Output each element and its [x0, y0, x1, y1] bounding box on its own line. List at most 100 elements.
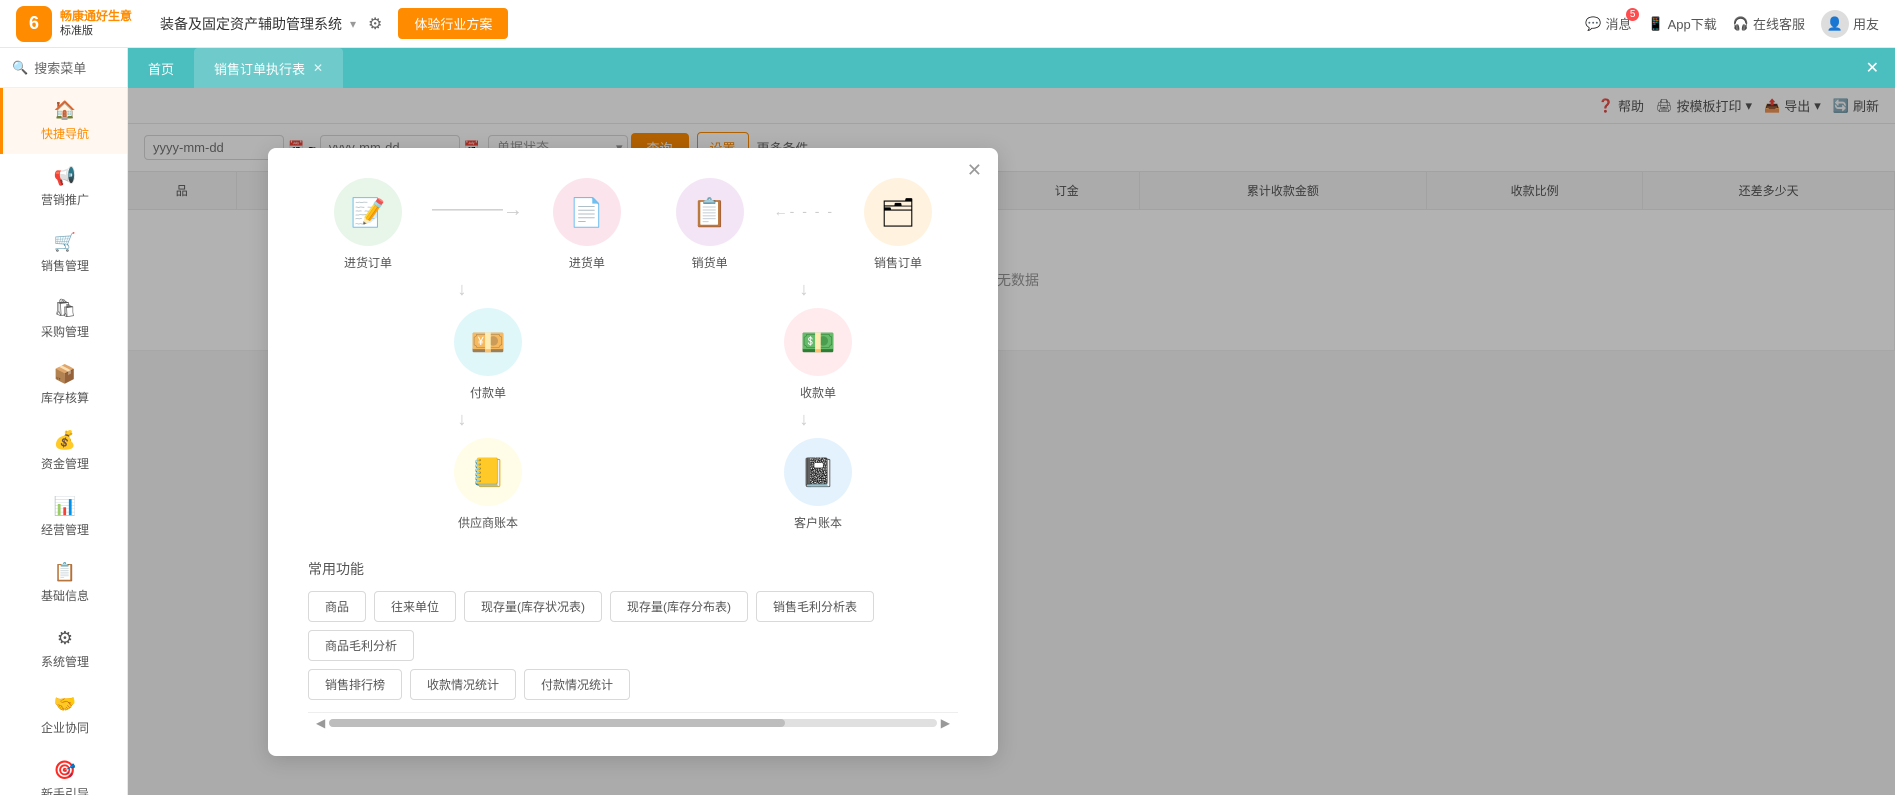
btn-payment-stats[interactable]: 付款情况统计	[524, 669, 630, 700]
scroll-thumb	[329, 719, 785, 727]
payment-circle: 💴	[454, 308, 522, 376]
user-name: 用友	[1853, 14, 1879, 33]
content-area: 首页 销售订单执行表 ✕ ✕ ❓ 帮助	[128, 48, 1895, 795]
sidebar: 🔍 搜索菜单 🏠 快捷导航 📢 营销推广 🛒 销售管理 🛍 采购管理 📦	[0, 48, 128, 795]
receipt-circle: 💵	[784, 308, 852, 376]
flow-item-customer-ledger[interactable]: 📓 客户账本	[758, 438, 878, 531]
btn-sales-rank[interactable]: 销售排行榜	[308, 669, 402, 700]
brand-version: 标准版	[60, 24, 132, 38]
flow-diagram: 📝 进货订单 ─────→ 📄	[308, 178, 958, 539]
btn-product-profit[interactable]: 商品毛利分析	[308, 630, 414, 661]
sidebar-item-inventory[interactable]: 📦 库存核算	[0, 352, 127, 418]
modal-overlay[interactable]: ✕ 📝 进货订单	[128, 88, 1895, 795]
brand-name: 畅康通好生意	[60, 9, 132, 25]
sidebar-item-quick-nav[interactable]: 🏠 快捷导航	[0, 88, 127, 154]
sidebar-item-label: 快捷导航	[41, 125, 89, 142]
inventory-icon: 📦	[54, 364, 76, 385]
flow-item-purchase-bill[interactable]: 📄 进货单	[527, 178, 647, 271]
sidebar-item-label: 库存核算	[41, 389, 89, 406]
sidebar-item-sales[interactable]: 🛒 销售管理	[0, 220, 127, 286]
sidebar-item-label: 企业协同	[41, 719, 89, 736]
btn-product[interactable]: 商品	[308, 591, 366, 622]
scroll-left-arrow[interactable]: ◀	[316, 716, 325, 730]
purchase-bill-circle: 📄	[553, 178, 621, 246]
btn-partner[interactable]: 往来单位	[374, 591, 456, 622]
close-all-tabs-button[interactable]: ✕	[1866, 58, 1879, 78]
flow-item-supplier-ledger[interactable]: 📒 供应商账本	[428, 438, 548, 531]
receipt-icon: 💵	[801, 326, 836, 359]
sidebar-item-finance[interactable]: 💰 资金管理	[0, 418, 127, 484]
brand-text: 畅康通好生意 标准版	[60, 9, 132, 39]
flow-item-purchase-order[interactable]: 📝 进货订单	[308, 178, 428, 271]
sidebar-item-beginner[interactable]: 🎯 新手引导	[0, 748, 127, 795]
sidebar-item-label: 资金管理	[41, 455, 89, 472]
message-button[interactable]: 💬 消息 5	[1585, 14, 1631, 33]
logo-icon: 6	[16, 6, 52, 42]
sales-bill-icon: 📋	[692, 196, 727, 229]
btn-stock-status[interactable]: 现存量(库存状况表)	[464, 591, 602, 622]
scroll-right-arrow[interactable]: ▶	[941, 716, 950, 730]
finance-icon: 💰	[54, 430, 76, 451]
sidebar-item-label: 经营管理	[41, 521, 89, 538]
flow-item-receipt[interactable]: 💵 收款单	[758, 308, 878, 401]
arrow-purchase-order-to-bill: ─────→	[432, 199, 523, 222]
settings-icon[interactable]: ⚙	[368, 14, 382, 34]
message-badge: 5	[1626, 8, 1640, 21]
purchase-order-label: 进货订单	[344, 254, 392, 271]
enterprise-icon: 🤝	[54, 694, 76, 715]
sidebar-item-enterprise[interactable]: 🤝 企业协同	[0, 682, 127, 748]
sidebar-item-label: 新手引导	[41, 785, 89, 795]
btn-receipt-stats[interactable]: 收款情况统计	[410, 669, 516, 700]
flow-row-1: 📝 进货订单 ─────→ 📄	[308, 178, 958, 271]
sidebar-item-purchase[interactable]: 🛍 采购管理	[0, 286, 127, 352]
common-buttons-row1: 商品 往来单位 现存量(库存状况表) 现存量(库存分布表) 销售毛利分析表 商品…	[308, 591, 958, 661]
tab-home[interactable]: 首页	[128, 48, 194, 88]
flow-row-5: 📒 供应商账本 📓 客户账本	[308, 438, 958, 531]
home-icon: 🏠	[54, 100, 76, 121]
topbar-right: 💬 消息 5 📱 App下载 🎧 在线客服 👤 用友	[1585, 10, 1879, 38]
avatar: 👤	[1821, 10, 1849, 38]
scroll-track[interactable]	[329, 719, 937, 727]
sales-icon: 🛒	[54, 232, 76, 253]
tab-sales-order-exec[interactable]: 销售订单执行表 ✕	[194, 48, 343, 88]
flow-row-2-arrows: ↓ ↓	[308, 279, 958, 300]
tab-home-label: 首页	[148, 59, 174, 78]
receipt-label: 收款单	[800, 384, 836, 401]
flow-item-sales-bill[interactable]: 📋 销货单	[650, 178, 770, 271]
sidebar-item-label: 采购管理	[41, 323, 89, 340]
app-download-label: App下载	[1668, 14, 1717, 33]
flow-modal: ✕ 📝 进货订单	[268, 148, 998, 756]
sidebar-item-system[interactable]: ⚙ 系统管理	[0, 616, 127, 682]
supplier-ledger-circle: 📒	[454, 438, 522, 506]
sales-bill-circle: 📋	[676, 178, 744, 246]
flow-item-payment[interactable]: 💴 付款单	[428, 308, 548, 401]
supplier-ledger-label: 供应商账本	[458, 514, 518, 531]
btn-stock-dist[interactable]: 现存量(库存分布表)	[610, 591, 748, 622]
common-buttons-row2: 销售排行榜 收款情况统计 付款情况统计	[308, 669, 958, 700]
operations-icon: 📊	[54, 496, 76, 517]
system-dropdown-arrow[interactable]: ▾	[350, 17, 356, 31]
modal-close-button[interactable]: ✕	[967, 160, 982, 181]
flow-item-sales-order[interactable]: 🗂 销售订单	[838, 178, 958, 271]
marketing-icon: 📢	[54, 166, 76, 187]
sidebar-item-basic-info[interactable]: 📋 基础信息	[0, 550, 127, 616]
online-service-button[interactable]: 🎧 在线客服	[1733, 14, 1805, 33]
sidebar-item-marketing[interactable]: 📢 营销推广	[0, 154, 127, 220]
purchase-icon: 🛍	[54, 298, 77, 319]
down-arrow-payment: ↓	[428, 409, 496, 430]
sidebar-search[interactable]: 🔍 搜索菜单	[0, 48, 127, 88]
sidebar-item-operations[interactable]: 📊 经营管理	[0, 484, 127, 550]
btn-sales-profit[interactable]: 销售毛利分析表	[756, 591, 874, 622]
down-arrow-sales: ↓	[770, 279, 838, 300]
app-download-button[interactable]: 📱 App下载	[1647, 14, 1716, 33]
customer-ledger-icon: 📓	[801, 456, 836, 489]
sidebar-item-label: 系统管理	[41, 653, 89, 670]
sales-order-label: 销售订单	[874, 254, 922, 271]
user-menu[interactable]: 👤 用友	[1821, 10, 1879, 38]
page-content: ❓ 帮助 🖨 按模板打印 ▾ 📤 导出 ▾	[128, 88, 1895, 795]
headset-icon: 🎧	[1733, 16, 1749, 32]
purchase-order-circle: 📝	[334, 178, 402, 246]
trial-button[interactable]: 体验行业方案	[398, 8, 508, 39]
sidebar-search-label: 搜索菜单	[34, 58, 86, 77]
tab-close-icon[interactable]: ✕	[313, 61, 323, 75]
